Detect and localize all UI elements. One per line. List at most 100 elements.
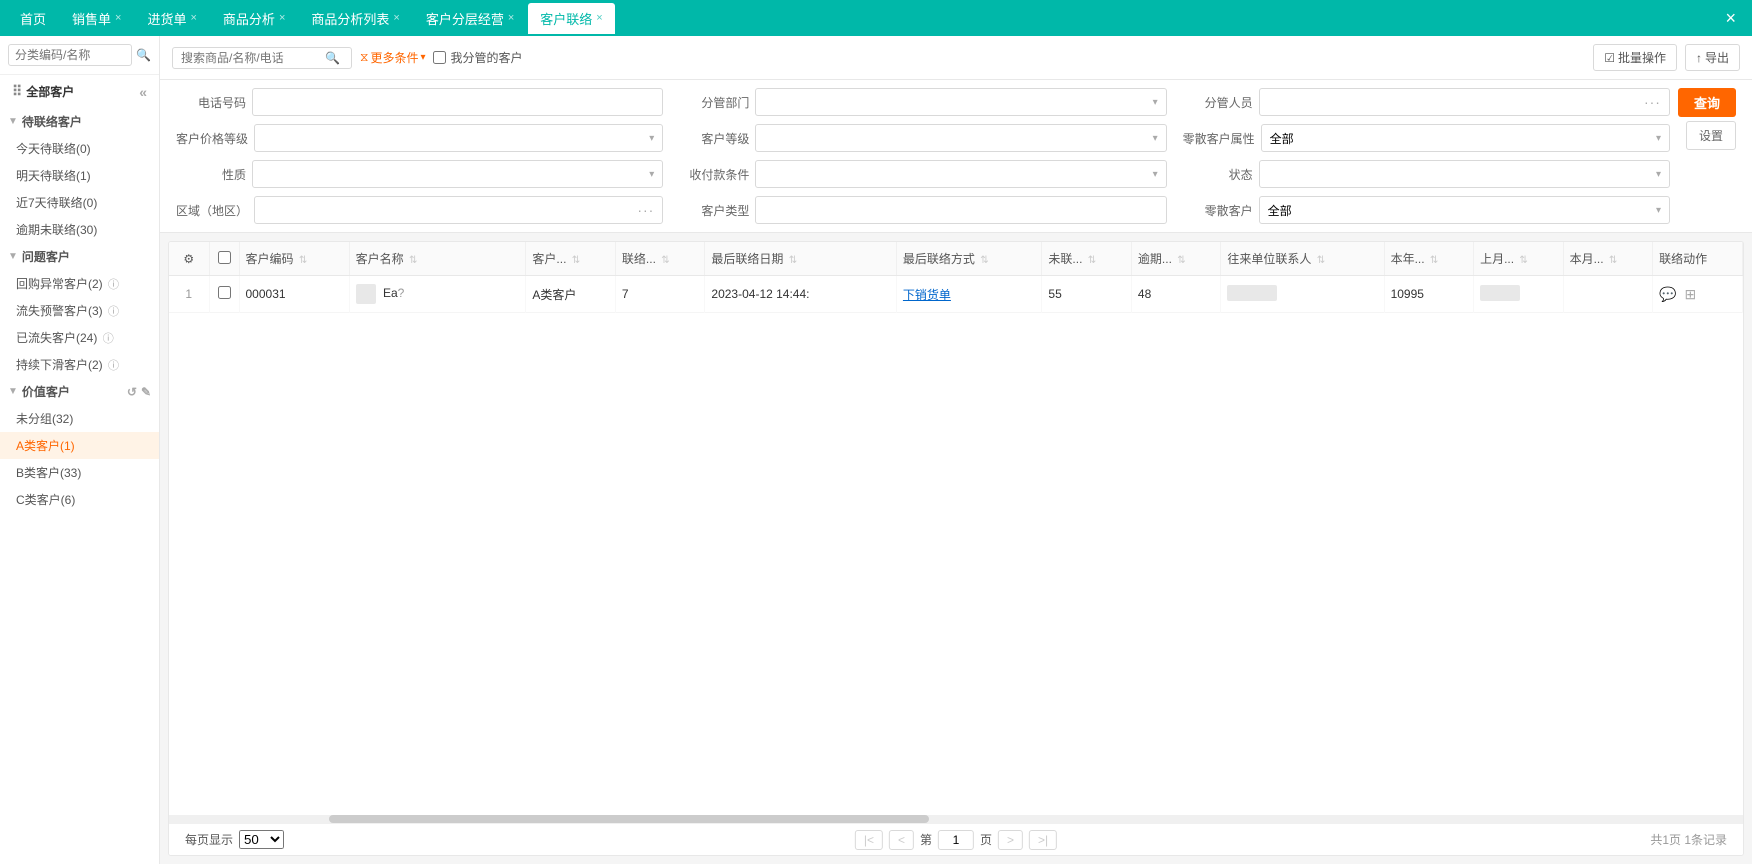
region-input[interactable]: ··· [254, 196, 663, 224]
my-customers-checkbox[interactable] [433, 51, 446, 64]
filter-actions: ☑ 批量操作 ↑ 导出 [1593, 44, 1740, 71]
sidebar-item-declining[interactable]: 持续下滑客户(2) ⓘ [0, 351, 159, 378]
sidebar-item-churn-warning[interactable]: 流失预警客户(3) ⓘ [0, 297, 159, 324]
phone-input[interactable] [252, 88, 663, 116]
close-product-list-icon[interactable]: × [393, 12, 399, 24]
close-sales-icon[interactable]: × [115, 12, 121, 24]
sort-thismonth-icon: ⇅ [1609, 255, 1617, 266]
batch-op-button[interactable]: ☑ 批量操作 [1593, 44, 1677, 71]
contact2-placeholder [1227, 285, 1277, 301]
nav-tab-customer-segment[interactable]: 客户分层经营 × [414, 3, 526, 34]
sidebar-item-unclassified[interactable]: 未分组(32) [0, 405, 159, 432]
filter-search-icon[interactable]: 🔍 [325, 51, 340, 65]
filter-more-conditions[interactable]: ⧖ 更多条件 ▾ [360, 49, 425, 66]
next-page-button[interactable]: > [998, 830, 1023, 850]
sidebar-item-b-class[interactable]: B类客户(33) [0, 459, 159, 486]
sidebar-item-c-class[interactable]: C类客户(6) [0, 486, 159, 513]
setting-button[interactable]: 设置 [1686, 121, 1736, 150]
customer-level-arrow-icon: ▾ [1153, 133, 1158, 144]
filter-field-customer-level: 客户等级 ▾ [679, 124, 1166, 152]
col-gear[interactable]: ⚙ [169, 242, 209, 276]
prev-page-button[interactable]: < [889, 830, 914, 850]
cell-checkbox[interactable] [209, 276, 239, 313]
chat-icon[interactable]: 💬 [1659, 286, 1676, 303]
refresh-icon[interactable]: ↺ [127, 385, 137, 399]
close-product-analysis-icon[interactable]: × [279, 12, 285, 24]
dept-select[interactable]: ▾ [755, 88, 1166, 116]
filter-search-box[interactable]: 🔍 [172, 47, 352, 69]
row-checkbox[interactable] [218, 286, 231, 299]
gear-settings-icon[interactable]: ⚙ [183, 252, 194, 266]
nature-arrow-icon: ▾ [649, 169, 654, 180]
payment-select[interactable]: ▾ [755, 160, 1166, 188]
sort-overdue-icon: ⇅ [1177, 255, 1185, 266]
sidebar-search-input[interactable] [8, 44, 132, 66]
price-level-select[interactable]: ▾ [254, 124, 663, 152]
nav-tab-product-analysis[interactable]: 商品分析 × [211, 3, 297, 34]
customer-type-input[interactable] [755, 196, 1166, 224]
col-last-month[interactable]: 上月... ⇅ [1474, 242, 1564, 276]
col-checkbox[interactable] [209, 242, 239, 276]
query-button[interactable]: 查询 [1678, 88, 1736, 117]
sidebar-collapse-icon[interactable]: « [139, 84, 147, 100]
sidebar-item-today-pending[interactable]: 今天待联络(0) [0, 135, 159, 162]
edit-icon[interactable]: ✎ [141, 385, 151, 399]
close-customer-contact-icon[interactable]: × [596, 12, 602, 24]
close-all-tabs-icon[interactable]: × [1717, 8, 1744, 29]
nav-tab-product-list[interactable]: 商品分析列表 × [299, 3, 411, 34]
retail-select[interactable]: 全部 ▾ [1259, 196, 1670, 224]
scrollbar-thumb[interactable] [329, 815, 929, 823]
cell-last-method[interactable]: 下销货单 [896, 276, 1041, 313]
customer-level-select[interactable]: ▾ [755, 124, 1166, 152]
first-page-button[interactable]: |< [855, 830, 883, 850]
col-this-month[interactable]: 本月... ⇅ [1563, 242, 1653, 276]
col-contact2[interactable]: 往来单位联系人 ⇅ [1221, 242, 1384, 276]
status-select[interactable]: ▾ [1259, 160, 1670, 188]
my-customers-checkbox-label[interactable]: 我分管的客户 [433, 49, 522, 66]
col-customer-name[interactable]: 客户名称 ⇅ [349, 242, 526, 276]
col-overdue[interactable]: 逾期... ⇅ [1131, 242, 1221, 276]
col-customer-level[interactable]: 客户... ⇅ [526, 242, 616, 276]
per-page-select[interactable]: 50 100 200 [239, 830, 284, 849]
nature-select[interactable]: ▾ [252, 160, 663, 188]
sidebar-all-customers[interactable]: ⠿ 全部客户 « [0, 75, 159, 108]
sort-code-icon: ⇅ [299, 255, 307, 266]
sidebar-item-overdue-pending[interactable]: 逾期未联络(30) [0, 216, 159, 243]
col-last-method[interactable]: 最后联络方式 ⇅ [896, 242, 1041, 276]
filter-search-input[interactable] [181, 51, 321, 65]
sidebar-problem-section: ▼ 问题客户 [0, 243, 159, 270]
sidebar-item-churned[interactable]: 已流失客户(24) ⓘ [0, 324, 159, 351]
nav-tab-sales[interactable]: 销售单 × [60, 3, 133, 34]
sidebar-search-icon[interactable]: 🔍 [136, 48, 151, 62]
horizontal-scrollbar[interactable] [169, 815, 1743, 823]
cell-name[interactable]: Ea? [349, 276, 526, 313]
col-last-date[interactable]: 最后联络日期 ⇅ [705, 242, 897, 276]
top-nav: 首页 销售单 × 进货单 × 商品分析 × 商品分析列表 × 客户分层经营 × … [0, 0, 1752, 36]
retail-attr-select[interactable]: 全部 ▾ [1261, 124, 1670, 152]
filter-field-manager: 分管人员 ··· [1183, 88, 1670, 116]
sidebar-item-a-class[interactable]: A类客户(1) [0, 432, 159, 459]
page-number-input[interactable] [938, 830, 974, 850]
manager-input[interactable]: ··· [1259, 88, 1670, 116]
select-all-checkbox[interactable] [218, 251, 231, 264]
close-purchase-icon[interactable]: × [190, 12, 196, 24]
export-button[interactable]: ↑ 导出 [1685, 44, 1740, 71]
col-customer-code[interactable]: 客户编码 ⇅ [239, 242, 349, 276]
nav-tab-purchase[interactable]: 进货单 × [135, 3, 208, 34]
sidebar-item-7days-pending[interactable]: 近7天待联络(0) [0, 189, 159, 216]
nav-tab-customer-contact[interactable]: 客户联络 × [528, 3, 614, 34]
filter-icon: ⧖ [360, 50, 368, 65]
value-section-icons[interactable]: ↺ ✎ [127, 385, 151, 399]
sidebar-item-repurchase-abnormal[interactable]: 回购异常客户(2) ⓘ [0, 270, 159, 297]
grid-action-icon[interactable]: ⊞ [1685, 286, 1697, 303]
col-contact-count[interactable]: 联络... ⇅ [615, 242, 705, 276]
nav-tab-home[interactable]: 首页 [8, 3, 58, 34]
col-uncontacted[interactable]: 未联... ⇅ [1042, 242, 1132, 276]
last-method-link[interactable]: 下销货单 [903, 288, 951, 302]
col-this-year[interactable]: 本年... ⇅ [1384, 242, 1474, 276]
pending-arrow-icon: ▼ [8, 116, 18, 127]
sidebar-item-tomorrow-pending[interactable]: 明天待联络(1) [0, 162, 159, 189]
close-customer-segment-icon[interactable]: × [508, 12, 514, 24]
last-page-button[interactable]: >| [1029, 830, 1057, 850]
problem-arrow-icon: ▼ [8, 251, 18, 262]
